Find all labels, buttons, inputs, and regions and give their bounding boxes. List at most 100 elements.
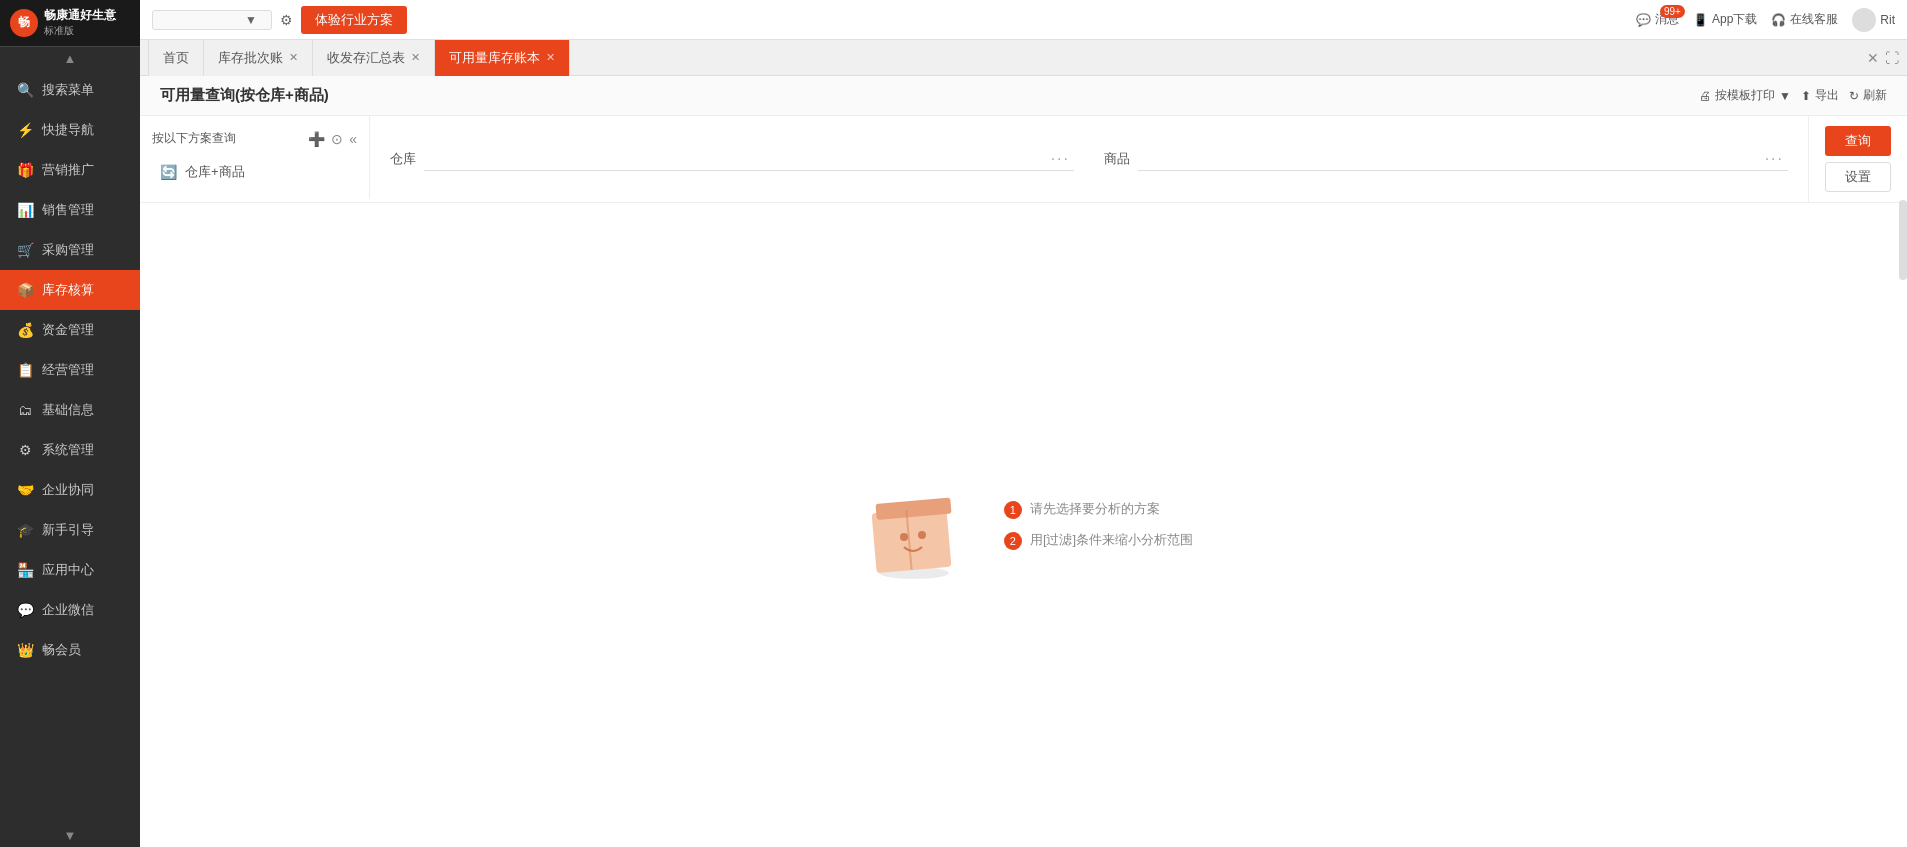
search-icon: 🔍	[16, 81, 34, 99]
trial-button[interactable]: 体验行业方案	[301, 6, 407, 34]
online-service-button[interactable]: 🎧 在线客服	[1771, 11, 1838, 28]
empty-svg-illustration	[854, 465, 974, 585]
sidebar-item-member[interactable]: 👑 畅会员	[0, 630, 140, 670]
resize-icon[interactable]: ⛶	[1885, 50, 1899, 66]
gift-icon: 🎁	[16, 161, 34, 179]
app-download-button[interactable]: 📱 App下载	[1693, 11, 1757, 28]
sidebar-item-shortcut[interactable]: ⚡ 快捷导航	[0, 110, 140, 150]
close-all-tabs-button[interactable]: ✕	[1867, 50, 1879, 66]
warehouse-input[interactable]	[428, 151, 1047, 166]
page-header: 可用量查询(按仓库+商品) 🖨 按模板打印 ▼ ⬆ 导出 ↻ 刷新	[140, 76, 1907, 116]
warehouse-more-icon[interactable]: ···	[1051, 150, 1070, 168]
sidebar-title: 畅康通好生意	[44, 8, 116, 24]
gear-icon: ⚙	[16, 441, 34, 459]
sidebar-header: 畅 畅康通好生意 标准版	[0, 0, 140, 47]
svg-point-4	[900, 533, 908, 541]
page-actions: 🖨 按模板打印 ▼ ⬆ 导出 ↻ 刷新	[1699, 87, 1887, 104]
filter-area: 按以下方案查询 ➕ ⊙ « 🔄 仓库+商品 仓库	[140, 116, 1907, 203]
add-scheme-icon[interactable]: ➕	[308, 131, 325, 147]
message-icon: 💬	[1636, 13, 1651, 27]
page-content: 可用量查询(按仓库+商品) 🖨 按模板打印 ▼ ⬆ 导出 ↻ 刷新	[140, 76, 1907, 847]
cart-icon: 🛒	[16, 241, 34, 259]
empty-hint: 1 请先选择要分析的方案 2 用[过滤]条件来缩小分析范围	[1004, 500, 1193, 550]
sidebar-subtitle: 标准版	[44, 24, 116, 38]
topbar-dropdown-icon[interactable]: ▼	[245, 13, 257, 27]
refresh-icon: ↻	[1849, 89, 1859, 103]
filter-fields-area: 仓库 ··· 商品 ··· 查询	[370, 116, 1907, 202]
wechat-icon: 💬	[16, 601, 34, 619]
sidebar-logo: 畅	[10, 9, 38, 37]
filter-sidebar-title: 按以下方案查询	[152, 130, 236, 147]
product-input[interactable]	[1142, 151, 1761, 166]
topbar-right-area: 💬 消息 99+ 📱 App下载 🎧 在线客服 Rit	[1636, 8, 1895, 32]
scheme-item-warehouse-product[interactable]: 🔄 仓库+商品	[140, 155, 369, 189]
tab-close-batch[interactable]: ✕	[289, 51, 298, 64]
sidebar-item-apps[interactable]: 🏪 应用中心	[0, 550, 140, 590]
hint-num-1: 1	[1004, 501, 1022, 519]
box-icon: 📦	[16, 281, 34, 299]
scheme-item-icon: 🔄	[160, 164, 177, 180]
handshake-icon: 🤝	[16, 481, 34, 499]
sidebar-item-basic[interactable]: 🗂 基础信息	[0, 390, 140, 430]
sidebar-item-search[interactable]: 🔍 搜索菜单	[0, 70, 140, 110]
sidebar-item-wechat[interactable]: 💬 企业微信	[0, 590, 140, 630]
sidebar-item-finance[interactable]: 💰 资金管理	[0, 310, 140, 350]
product-input-wrap[interactable]: ···	[1138, 148, 1788, 171]
tab-batch[interactable]: 库存批次账 ✕	[204, 40, 313, 76]
tab-close-summary[interactable]: ✕	[411, 51, 420, 64]
sidebar-item-system[interactable]: ⚙ 系统管理	[0, 430, 140, 470]
empty-hint-item-1: 1 请先选择要分析的方案	[1004, 500, 1193, 519]
print-icon: 🖨	[1699, 89, 1711, 103]
sidebar-item-purchase[interactable]: 🛒 采购管理	[0, 230, 140, 270]
sidebar-scroll-down[interactable]: ▼	[0, 824, 140, 847]
print-button[interactable]: 🖨 按模板打印 ▼	[1699, 87, 1791, 104]
sidebar: 畅 畅康通好生意 标准版 ▲ 🔍 搜索菜单 ⚡ 快捷导航 🎁 营销推广 📊 销售…	[0, 0, 140, 847]
phone-icon: 📱	[1693, 13, 1708, 27]
product-more-icon[interactable]: ···	[1765, 150, 1784, 168]
user-menu-button[interactable]: Rit	[1852, 8, 1895, 32]
scrollbar-right-edge[interactable]	[1899, 200, 1907, 280]
export-icon: ⬆	[1801, 89, 1811, 103]
warehouse-filter-field: 仓库 ···	[390, 148, 1074, 171]
folder-icon: 🗂	[16, 401, 34, 419]
headset-icon: 🎧	[1771, 13, 1786, 27]
sidebar-item-sales[interactable]: 📊 销售管理	[0, 190, 140, 230]
tab-close-available[interactable]: ✕	[546, 51, 555, 64]
sidebar-item-inventory[interactable]: 📦 库存核算	[0, 270, 140, 310]
tab-available[interactable]: 可用量库存账本 ✕	[435, 40, 570, 76]
topbar-gear-icon[interactable]: ⚙	[280, 12, 293, 28]
tabbar: 首页 库存批次账 ✕ 收发存汇总表 ✕ 可用量库存账本 ✕ ✕ ⛶	[140, 40, 1907, 76]
sidebar-item-marketing[interactable]: 🎁 营销推广	[0, 150, 140, 190]
settings-scheme-icon[interactable]: ⊙	[331, 131, 343, 147]
sidebar-item-operation[interactable]: 📋 经营管理	[0, 350, 140, 390]
empty-illustration	[854, 465, 974, 585]
export-button[interactable]: ⬆ 导出	[1801, 87, 1839, 104]
warehouse-input-wrap[interactable]: ···	[424, 148, 1074, 171]
settings-button[interactable]: 设置	[1825, 162, 1891, 192]
sidebar-scroll-up[interactable]: ▲	[0, 47, 140, 70]
tab-summary[interactable]: 收发存汇总表 ✕	[313, 40, 435, 76]
shortcut-icon: ⚡	[16, 121, 34, 139]
sidebar-item-enterprise[interactable]: 🤝 企业协同	[0, 470, 140, 510]
print-dropdown-icon[interactable]: ▼	[1779, 89, 1791, 103]
clipboard-icon: 📋	[16, 361, 34, 379]
topbar-search-input[interactable]	[161, 13, 241, 27]
topbar: ▼ ⚙ 体验行业方案 💬 消息 99+ 📱 App下载 🎧 在线客服 Rit	[140, 0, 1907, 40]
empty-state: 1 请先选择要分析的方案 2 用[过滤]条件来缩小分析范围	[140, 203, 1907, 847]
refresh-button[interactable]: ↻ 刷新	[1849, 87, 1887, 104]
collapse-scheme-icon[interactable]: «	[349, 131, 357, 147]
product-filter-field: 商品 ···	[1104, 148, 1788, 171]
chart-icon: 📊	[16, 201, 34, 219]
tab-home[interactable]: 首页	[148, 40, 204, 76]
topbar-search-box[interactable]: ▼	[152, 10, 272, 30]
guide-icon: 🎓	[16, 521, 34, 539]
sidebar-item-guide[interactable]: 🎓 新手引导	[0, 510, 140, 550]
sidebar-header-text: 畅康通好生意 标准版	[44, 8, 116, 38]
tabbar-actions: ✕ ⛶	[1867, 50, 1899, 66]
query-button[interactable]: 查询	[1825, 126, 1891, 156]
crown-icon: 👑	[16, 641, 34, 659]
store-icon: 🏪	[16, 561, 34, 579]
message-badge: 99+	[1660, 5, 1685, 18]
sidebar-nav: 🔍 搜索菜单 ⚡ 快捷导航 🎁 营销推广 📊 销售管理 🛒 采购管理 📦 库存核…	[0, 70, 140, 824]
message-button[interactable]: 💬 消息 99+	[1636, 11, 1679, 28]
